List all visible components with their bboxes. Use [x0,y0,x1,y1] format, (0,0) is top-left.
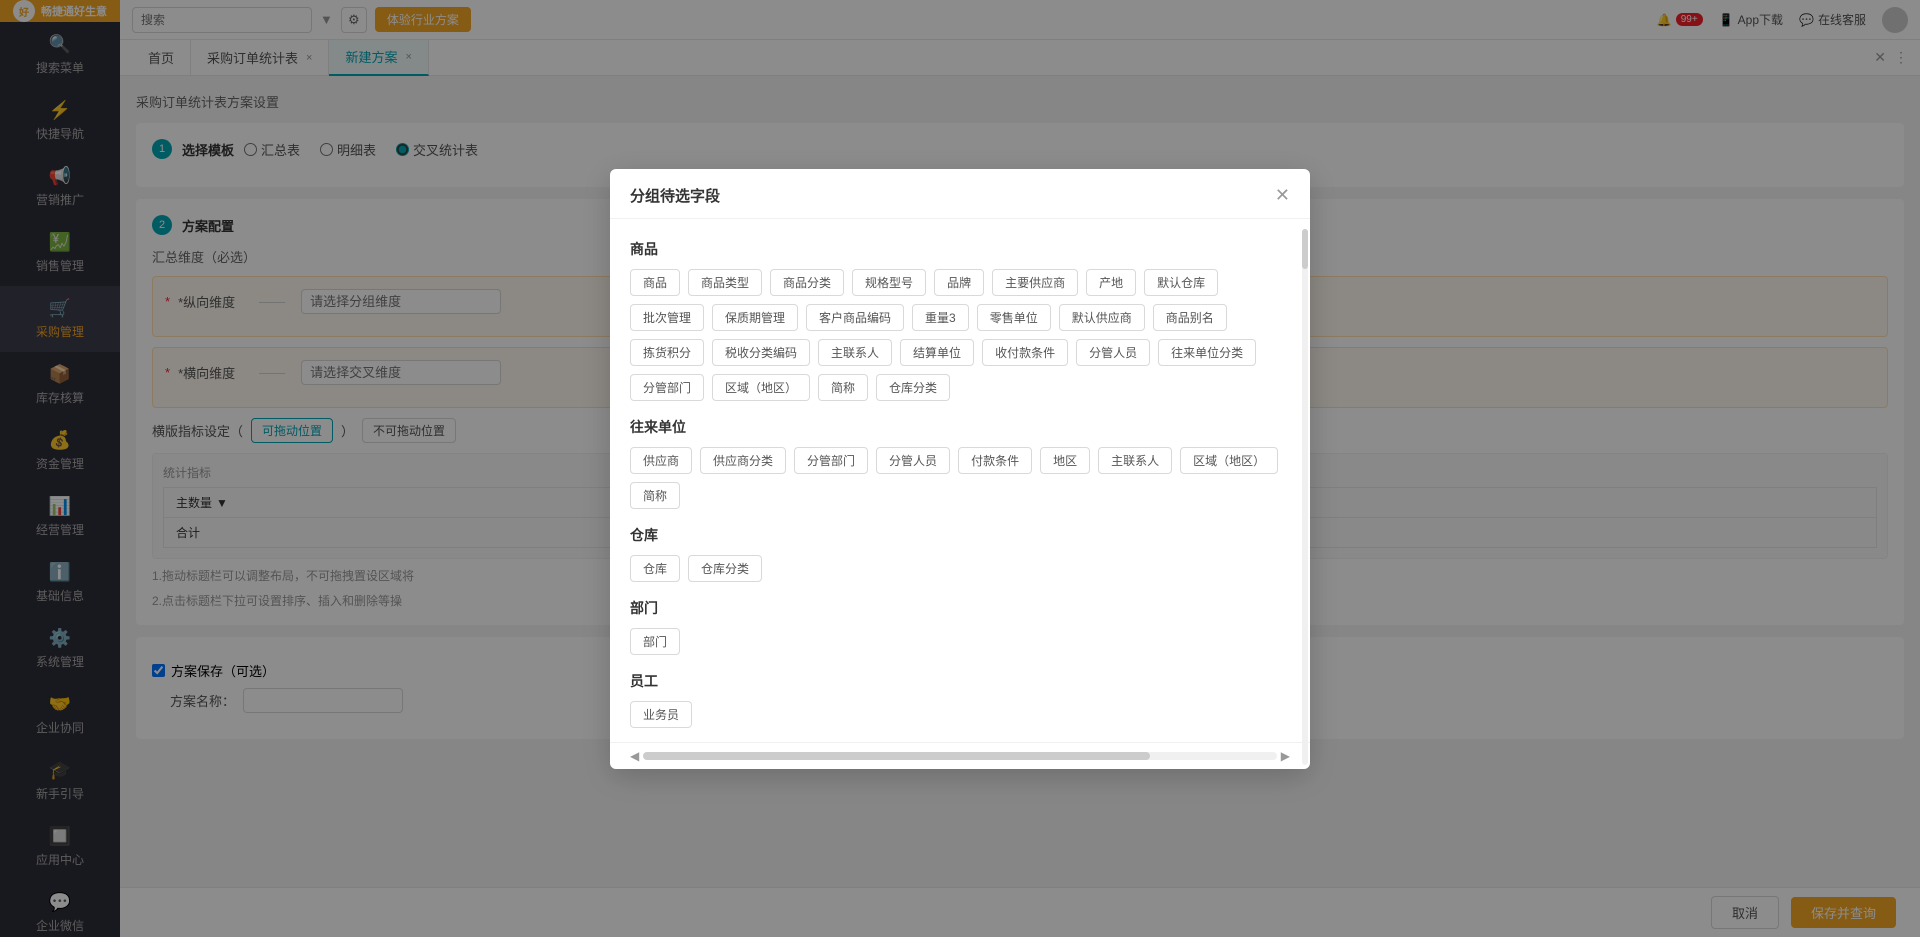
modal-tag-item[interactable]: 往来单位分类 [1158,339,1256,366]
modal-overlay[interactable]: 分组待选字段 ✕ 商品商品商品类型商品分类规格型号品牌主要供应商产地默认仓库批次… [0,0,1920,937]
modal-close-icon[interactable]: ✕ [1275,186,1290,204]
modal-tag-item[interactable]: 供应商 [630,447,692,474]
modal-tag-item[interactable]: 简称 [630,482,680,509]
modal-tag-item[interactable]: 业务员 [630,701,692,728]
modal-tag-group: 商品商品类型商品分类规格型号品牌主要供应商产地默认仓库批次管理保质期管理客户商品… [630,269,1290,401]
modal-tag-item[interactable]: 简称 [818,374,868,401]
modal-tag-item[interactable]: 分管部门 [794,447,868,474]
modal-tag-item[interactable]: 付款条件 [958,447,1032,474]
modal-section-title: 员工 [630,671,1290,691]
modal-tag-item[interactable]: 部门 [630,628,680,655]
modal-tag-group: 业务员 [630,701,1290,728]
modal-section-title: 仓库 [630,525,1290,545]
modal-tag-item[interactable]: 供应商分类 [700,447,786,474]
modal-tag-item[interactable]: 商品分类 [770,269,844,296]
modal-tag-item[interactable]: 分管人员 [876,447,950,474]
modal-tag-item[interactable]: 商品 [630,269,680,296]
modal-tag-item[interactable]: 仓库分类 [688,555,762,582]
modal-header: 分组待选字段 ✕ [610,169,1310,219]
modal-tag-item[interactable]: 规格型号 [852,269,926,296]
modal-tag-item[interactable]: 区域（地区） [1180,447,1278,474]
scroll-left-arrow[interactable]: ◀ [630,749,639,763]
modal-tag-item[interactable]: 拣货积分 [630,339,704,366]
modal-tag-item[interactable]: 品牌 [934,269,984,296]
modal-tag-item[interactable]: 批次管理 [630,304,704,331]
modal-tag-item[interactable]: 默认仓库 [1144,269,1218,296]
modal-tag-item[interactable]: 仓库分类 [876,374,950,401]
modal-tag-item[interactable]: 主联系人 [1098,447,1172,474]
modal-dialog: 分组待选字段 ✕ 商品商品商品类型商品分类规格型号品牌主要供应商产地默认仓库批次… [610,169,1310,769]
modal-tag-item[interactable]: 重量3 [912,304,969,331]
modal-tag-item[interactable]: 主联系人 [818,339,892,366]
modal-section-title: 商品 [630,239,1290,259]
modal-tag-item[interactable]: 产地 [1086,269,1136,296]
modal-tag-item[interactable]: 收付款条件 [982,339,1068,366]
modal-title: 分组待选字段 [630,185,720,206]
vertical-scrollbar-thumb [1302,229,1308,269]
modal-tag-item[interactable]: 税收分类编码 [712,339,810,366]
modal-tag-item[interactable]: 商品别名 [1153,304,1227,331]
horizontal-scrollbar[interactable] [643,752,1277,760]
modal-tag-group: 仓库仓库分类 [630,555,1290,582]
vertical-scrollbar-track [1302,229,1308,765]
modal-tag-item[interactable]: 零售单位 [977,304,1051,331]
modal-tag-item[interactable]: 客户商品编码 [806,304,904,331]
modal-tag-item[interactable]: 地区 [1040,447,1090,474]
modal-tag-group: 供应商供应商分类分管部门分管人员付款条件地区主联系人区域（地区） 简称 [630,447,1290,509]
modal-tag-item[interactable]: 主要供应商 [992,269,1078,296]
modal-section-title: 部门 [630,598,1290,618]
scrollbar-thumb [643,752,1150,760]
modal-section-title: 往来单位 [630,417,1290,437]
modal-tag-item[interactable]: 仓库 [630,555,680,582]
modal-tag-group: 部门 [630,628,1290,655]
modal-tag-item[interactable]: 商品类型 [688,269,762,296]
modal-tag-item[interactable]: 默认供应商 [1059,304,1145,331]
modal-body: 商品商品商品类型商品分类规格型号品牌主要供应商产地默认仓库批次管理保质期管理客户… [610,219,1310,742]
modal-tag-item[interactable]: 结算单位 [900,339,974,366]
modal-tag-item[interactable]: 保质期管理 [712,304,798,331]
modal-tag-item[interactable]: 区域（地区） [712,374,810,401]
scroll-right-arrow[interactable]: ▶ [1281,749,1290,763]
modal-tag-item[interactable]: 分管人员 [1076,339,1150,366]
modal-tag-item[interactable]: 分管部门 [630,374,704,401]
modal-bottom-scrollbar: ◀ ▶ [610,742,1310,769]
